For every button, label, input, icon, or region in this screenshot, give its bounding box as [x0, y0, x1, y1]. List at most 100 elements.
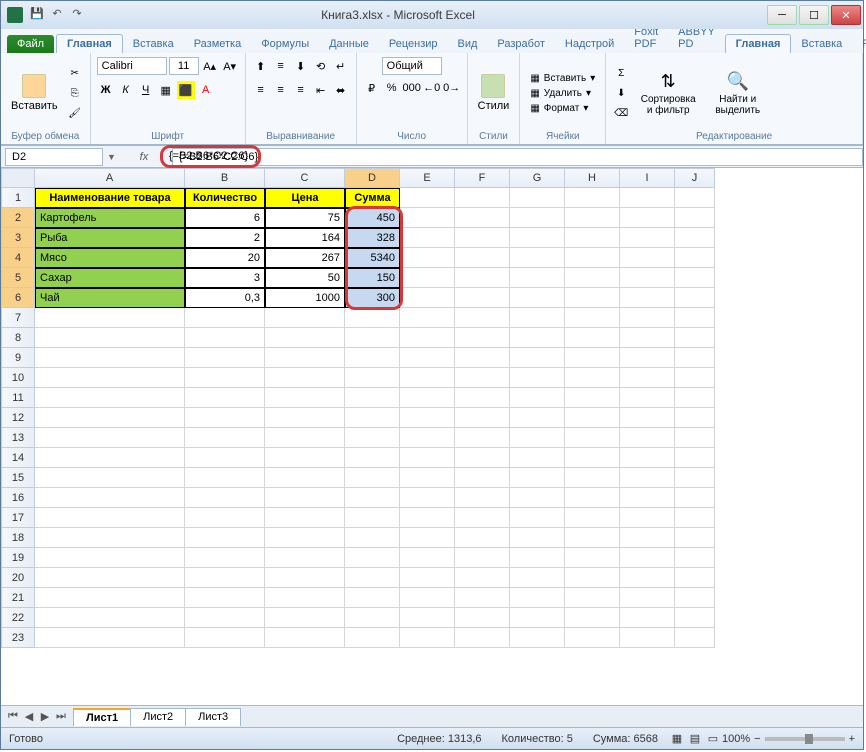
cell-B9[interactable]: [185, 348, 265, 368]
cell-H20[interactable]: [565, 568, 620, 588]
row-header-9[interactable]: 9: [1, 348, 35, 368]
orientation-icon[interactable]: ⟲: [312, 57, 330, 75]
cell-H5[interactable]: [565, 268, 620, 288]
cell-D15[interactable]: [345, 468, 400, 488]
cell-C17[interactable]: [265, 508, 345, 528]
tab-надстрой[interactable]: Надстрой: [555, 35, 624, 53]
row-header-19[interactable]: 19: [1, 548, 35, 568]
undo-icon[interactable]: ↶: [49, 5, 65, 21]
cell-G16[interactable]: [510, 488, 565, 508]
cell-D1[interactable]: Сумма: [345, 188, 400, 208]
cell-F5[interactable]: [455, 268, 510, 288]
cell-J4[interactable]: [675, 248, 715, 268]
row-header-13[interactable]: 13: [1, 428, 35, 448]
styles-button[interactable]: Стили: [474, 72, 514, 114]
cell-G20[interactable]: [510, 568, 565, 588]
cell-J6[interactable]: [675, 288, 715, 308]
indent-dec-icon[interactable]: ⇤: [312, 81, 330, 99]
decrease-decimal-icon[interactable]: 0→: [443, 79, 461, 97]
cell-F23[interactable]: [455, 628, 510, 648]
align-left-icon[interactable]: ≡: [252, 81, 270, 99]
cell-D4[interactable]: 5340: [345, 248, 400, 268]
cell-H14[interactable]: [565, 448, 620, 468]
wrap-text-icon[interactable]: ↵: [332, 57, 350, 75]
cell-A18[interactable]: [35, 528, 185, 548]
cell-I13[interactable]: [620, 428, 675, 448]
cell-I11[interactable]: [620, 388, 675, 408]
cell-A5[interactable]: Сахар: [35, 268, 185, 288]
cell-H22[interactable]: [565, 608, 620, 628]
cell-G12[interactable]: [510, 408, 565, 428]
increase-font-icon[interactable]: A▴: [201, 57, 219, 75]
cell-A23[interactable]: [35, 628, 185, 648]
cell-H16[interactable]: [565, 488, 620, 508]
cell-B18[interactable]: [185, 528, 265, 548]
row-header-5[interactable]: 5: [1, 268, 35, 288]
cell-D6[interactable]: 300: [345, 288, 400, 308]
cell-G1[interactable]: [510, 188, 565, 208]
fill-color-icon[interactable]: ⬛: [177, 81, 195, 99]
cell-G19[interactable]: [510, 548, 565, 568]
insert-cells-button[interactable]: ▦Вставить▾: [526, 72, 599, 85]
delete-cells-button[interactable]: ▦Удалить▾: [526, 87, 599, 100]
cell-F4[interactable]: [455, 248, 510, 268]
cell-J13[interactable]: [675, 428, 715, 448]
zoom-slider[interactable]: [765, 737, 845, 741]
cell-C19[interactable]: [265, 548, 345, 568]
cell-E22[interactable]: [400, 608, 455, 628]
cell-I2[interactable]: [620, 208, 675, 228]
tab-рецензир[interactable]: Рецензир: [379, 35, 448, 53]
cell-I14[interactable]: [620, 448, 675, 468]
cell-E1[interactable]: [400, 188, 455, 208]
cell-C9[interactable]: [265, 348, 345, 368]
cell-J14[interactable]: [675, 448, 715, 468]
cell-I4[interactable]: [620, 248, 675, 268]
font-size-select[interactable]: 11: [169, 57, 199, 75]
cell-E8[interactable]: [400, 328, 455, 348]
cell-B20[interactable]: [185, 568, 265, 588]
cell-A21[interactable]: [35, 588, 185, 608]
percent-icon[interactable]: %: [383, 79, 401, 97]
cell-C10[interactable]: [265, 368, 345, 388]
cell-F16[interactable]: [455, 488, 510, 508]
row-header-7[interactable]: 7: [1, 308, 35, 328]
cell-H8[interactable]: [565, 328, 620, 348]
cell-A12[interactable]: [35, 408, 185, 428]
sheet-tab-1[interactable]: Лист2: [130, 708, 186, 726]
autosum-icon[interactable]: Σ: [612, 64, 630, 82]
namebox-dropdown-icon[interactable]: ▼: [107, 152, 116, 162]
cell-D18[interactable]: [345, 528, 400, 548]
cell-G13[interactable]: [510, 428, 565, 448]
cell-C14[interactable]: [265, 448, 345, 468]
cell-B14[interactable]: [185, 448, 265, 468]
col-header-G[interactable]: G: [510, 168, 565, 188]
cell-J11[interactable]: [675, 388, 715, 408]
cell-I17[interactable]: [620, 508, 675, 528]
cell-J17[interactable]: [675, 508, 715, 528]
redo-icon[interactable]: ↷: [69, 5, 85, 21]
merge-icon[interactable]: ⬌: [332, 81, 350, 99]
sheet-tab-2[interactable]: Лист3: [185, 708, 241, 726]
cell-H13[interactable]: [565, 428, 620, 448]
row-header-4[interactable]: 4: [1, 248, 35, 268]
row-header-6[interactable]: 6: [1, 288, 35, 308]
cell-I18[interactable]: [620, 528, 675, 548]
zoom-in-icon[interactable]: +: [849, 733, 855, 745]
cell-B12[interactable]: [185, 408, 265, 428]
tab-разметка[interactable]: Разметка: [184, 35, 252, 53]
cell-I5[interactable]: [620, 268, 675, 288]
cell-E11[interactable]: [400, 388, 455, 408]
cell-H11[interactable]: [565, 388, 620, 408]
align-center-icon[interactable]: ≡: [272, 81, 290, 99]
cell-A14[interactable]: [35, 448, 185, 468]
cell-G4[interactable]: [510, 248, 565, 268]
cell-I1[interactable]: [620, 188, 675, 208]
cell-J15[interactable]: [675, 468, 715, 488]
cell-F3[interactable]: [455, 228, 510, 248]
tab-file[interactable]: Файл: [7, 35, 54, 53]
italic-icon[interactable]: К: [117, 81, 135, 99]
cell-I8[interactable]: [620, 328, 675, 348]
cell-E5[interactable]: [400, 268, 455, 288]
cell-E6[interactable]: [400, 288, 455, 308]
cell-G7[interactable]: [510, 308, 565, 328]
